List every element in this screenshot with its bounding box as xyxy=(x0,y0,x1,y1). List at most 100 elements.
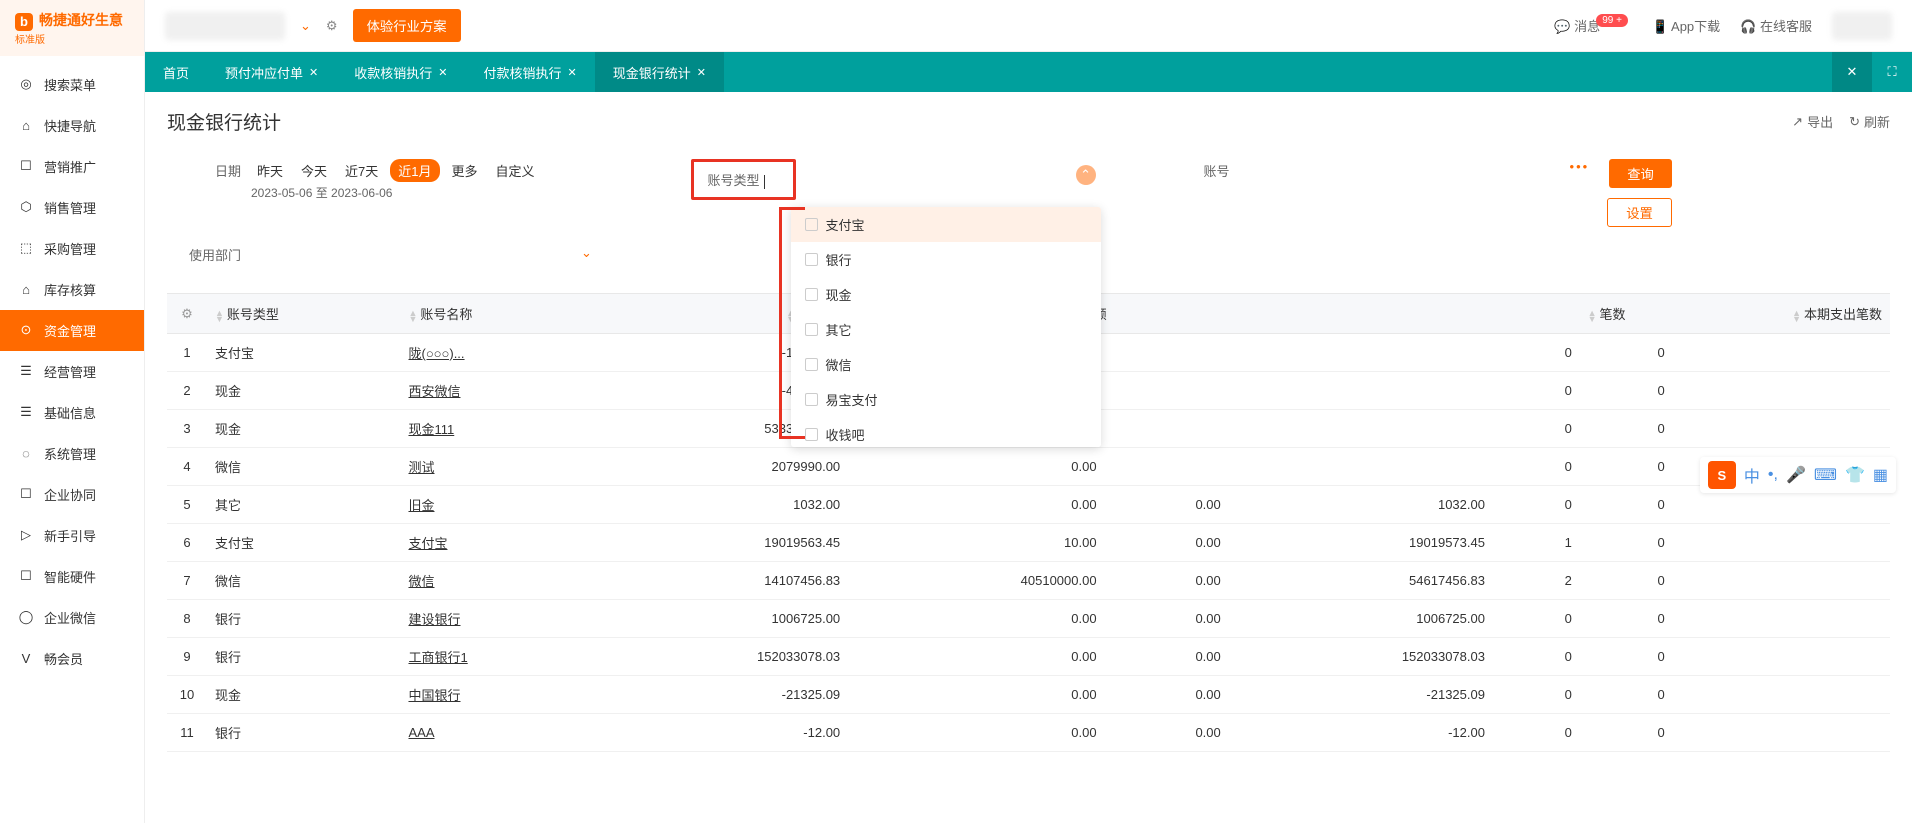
refresh-button[interactable]: ↻ 刷新 xyxy=(1849,112,1890,131)
cell-count2: 0 xyxy=(1634,334,1890,372)
sidebar-item[interactable]: V畅会员 xyxy=(0,638,144,679)
table-header[interactable]: ▲▼账号类型 xyxy=(207,294,400,334)
close-icon[interactable]: ✕ xyxy=(568,66,577,79)
chevron-down-icon[interactable]: ⌄ xyxy=(581,245,592,261)
tab[interactable]: 付款核销执行✕ xyxy=(465,52,594,92)
ime-punct-icon[interactable]: •, xyxy=(1768,466,1778,484)
date-preset[interactable]: 近7天 xyxy=(339,159,384,182)
query-button[interactable]: 查询 xyxy=(1609,159,1672,188)
sidebar-item[interactable]: ⊙资金管理 xyxy=(0,310,144,351)
dropdown-item[interactable]: 微信 xyxy=(791,347,1101,382)
account-link[interactable]: 中国银行 xyxy=(408,688,460,703)
sidebar-item[interactable]: ☐智能硬件 xyxy=(0,556,144,597)
sidebar-item[interactable]: ☐企业协同 xyxy=(0,474,144,515)
table-header[interactable]: ▲▼账号名称 xyxy=(400,294,593,334)
sidebar-item[interactable]: ☰基础信息 xyxy=(0,392,144,433)
cell-c2 xyxy=(1239,410,1503,448)
account-type-input[interactable]: 账号类型 xyxy=(691,159,796,200)
user-avatar[interactable] xyxy=(1832,12,1892,40)
account-link[interactable]: 陇(○○○)... xyxy=(408,346,464,361)
tab[interactable]: 现金银行统计✕ xyxy=(595,52,724,92)
sidebar-item[interactable]: ◌系统管理 xyxy=(0,433,144,474)
account-link[interactable]: 工商银行1 xyxy=(408,650,467,665)
more-filters-button[interactable]: ••• xyxy=(1570,159,1590,174)
tab[interactable]: 首页 xyxy=(145,52,207,92)
dropdown-item[interactable]: 其它 xyxy=(791,312,1101,347)
date-preset[interactable]: 今天 xyxy=(295,159,333,182)
table-header[interactable] xyxy=(1239,294,1503,334)
dropdown-item[interactable]: 收钱吧 xyxy=(791,417,1101,447)
sidebar-item[interactable]: ⬡销售管理 xyxy=(0,187,144,228)
close-icon[interactable]: ✕ xyxy=(309,66,318,79)
account-link[interactable]: 现金111 xyxy=(408,422,454,437)
date-preset[interactable]: 昨天 xyxy=(251,159,289,182)
close-icon[interactable]: ✕ xyxy=(438,66,447,79)
sidebar-item[interactable]: ▷新手引导 xyxy=(0,515,144,556)
account-link[interactable]: 微信 xyxy=(408,574,434,589)
industry-plan-button[interactable]: 体验行业方案 xyxy=(353,9,461,42)
online-service-link[interactable]: 🎧 在线客服 xyxy=(1740,16,1812,35)
table-header[interactable] xyxy=(1115,294,1239,334)
message-link[interactable]: 💬 消息99 + xyxy=(1554,16,1632,35)
sort-icon[interactable]: ▲▼ xyxy=(408,310,417,322)
ime-mic-icon[interactable]: 🎤 xyxy=(1786,465,1806,485)
account-link[interactable]: 旧金 xyxy=(408,498,434,513)
checkbox[interactable] xyxy=(805,358,818,371)
account-link[interactable]: 支付宝 xyxy=(408,536,447,551)
gear-icon[interactable]: ⚙ xyxy=(326,18,338,34)
ime-skin-icon[interactable]: 👕 xyxy=(1845,465,1865,485)
sort-icon[interactable]: ▲▼ xyxy=(1588,310,1597,322)
ime-lang[interactable]: 中 xyxy=(1744,463,1760,487)
ime-toolbox-icon[interactable]: ▦ xyxy=(1873,465,1888,485)
account-link[interactable]: 测试 xyxy=(408,460,434,475)
table-row: 8 银行 建设银行 1006725.00 0.00 0.00 1006725.0… xyxy=(167,600,1890,638)
checkbox[interactable] xyxy=(805,323,818,336)
account-link[interactable]: 西安微信 xyxy=(408,384,460,399)
sidebar-item[interactable]: ◎搜索菜单 xyxy=(0,64,144,105)
dropdown-item[interactable]: 银行 xyxy=(791,242,1101,277)
sidebar-item[interactable]: ⌂库存核算 xyxy=(0,269,144,310)
ime-keyboard-icon[interactable]: ⌨ xyxy=(1814,465,1837,485)
account-link[interactable]: 建设银行 xyxy=(408,612,460,627)
account-link[interactable]: AAA xyxy=(408,725,434,740)
ime-logo-icon[interactable]: S xyxy=(1708,461,1736,489)
cell-count2: 0 xyxy=(1634,562,1890,600)
sidebar-item[interactable]: ◯企业微信 xyxy=(0,597,144,638)
org-selector[interactable] xyxy=(165,12,285,40)
settings-button[interactable]: 设置 xyxy=(1607,198,1672,227)
date-preset[interactable]: 自定义 xyxy=(490,159,541,182)
date-preset[interactable]: 近1月 xyxy=(390,159,439,182)
close-all-tabs-button[interactable]: ✕ xyxy=(1832,52,1872,92)
use-dept-input[interactable] xyxy=(251,241,571,265)
dropdown-label: 微信 xyxy=(826,355,852,374)
sidebar-item[interactable]: ☐营销推广 xyxy=(0,146,144,187)
export-button[interactable]: ↗ 导出 xyxy=(1792,112,1833,131)
checkbox[interactable] xyxy=(805,393,818,406)
fullscreen-button[interactable]: ⛶ xyxy=(1872,52,1912,92)
date-preset[interactable]: 更多 xyxy=(446,159,484,182)
table-header[interactable]: ▲▼本期支出笔数 xyxy=(1634,294,1890,334)
tab[interactable]: 预付冲应付单✕ xyxy=(207,52,336,92)
chevron-down-icon[interactable]: ⌄ xyxy=(300,18,311,34)
cell-type: 微信 xyxy=(207,448,400,486)
sort-icon[interactable]: ▲▼ xyxy=(215,310,224,322)
checkbox[interactable] xyxy=(805,288,818,301)
sidebar-item[interactable]: ⌂快捷导航 xyxy=(0,105,144,146)
ime-toolbar: S 中 •, 🎤 ⌨ 👕 ▦ xyxy=(1700,457,1896,493)
sidebar-item[interactable]: ⬚采购管理 xyxy=(0,228,144,269)
collapse-filter-button[interactable]: ⌃ xyxy=(1076,165,1096,185)
table-settings-header[interactable]: ⚙ xyxy=(167,294,207,334)
close-icon[interactable]: ✕ xyxy=(697,66,706,79)
nav-label: 营销推广 xyxy=(44,157,96,176)
dropdown-item[interactable]: 现金 xyxy=(791,277,1101,312)
table-header[interactable]: ▲▼笔数 xyxy=(1503,294,1634,334)
app-download-link[interactable]: 📱 App下载 xyxy=(1652,16,1720,35)
checkbox[interactable] xyxy=(805,218,818,231)
sidebar-item[interactable]: ☰经营管理 xyxy=(0,351,144,392)
dropdown-item[interactable]: 支付宝 xyxy=(791,207,1101,242)
checkbox[interactable] xyxy=(805,253,818,266)
dropdown-item[interactable]: 易宝支付 xyxy=(791,382,1101,417)
sort-icon[interactable]: ▲▼ xyxy=(1792,310,1801,322)
checkbox[interactable] xyxy=(805,428,818,441)
tab[interactable]: 收款核销执行✕ xyxy=(336,52,465,92)
